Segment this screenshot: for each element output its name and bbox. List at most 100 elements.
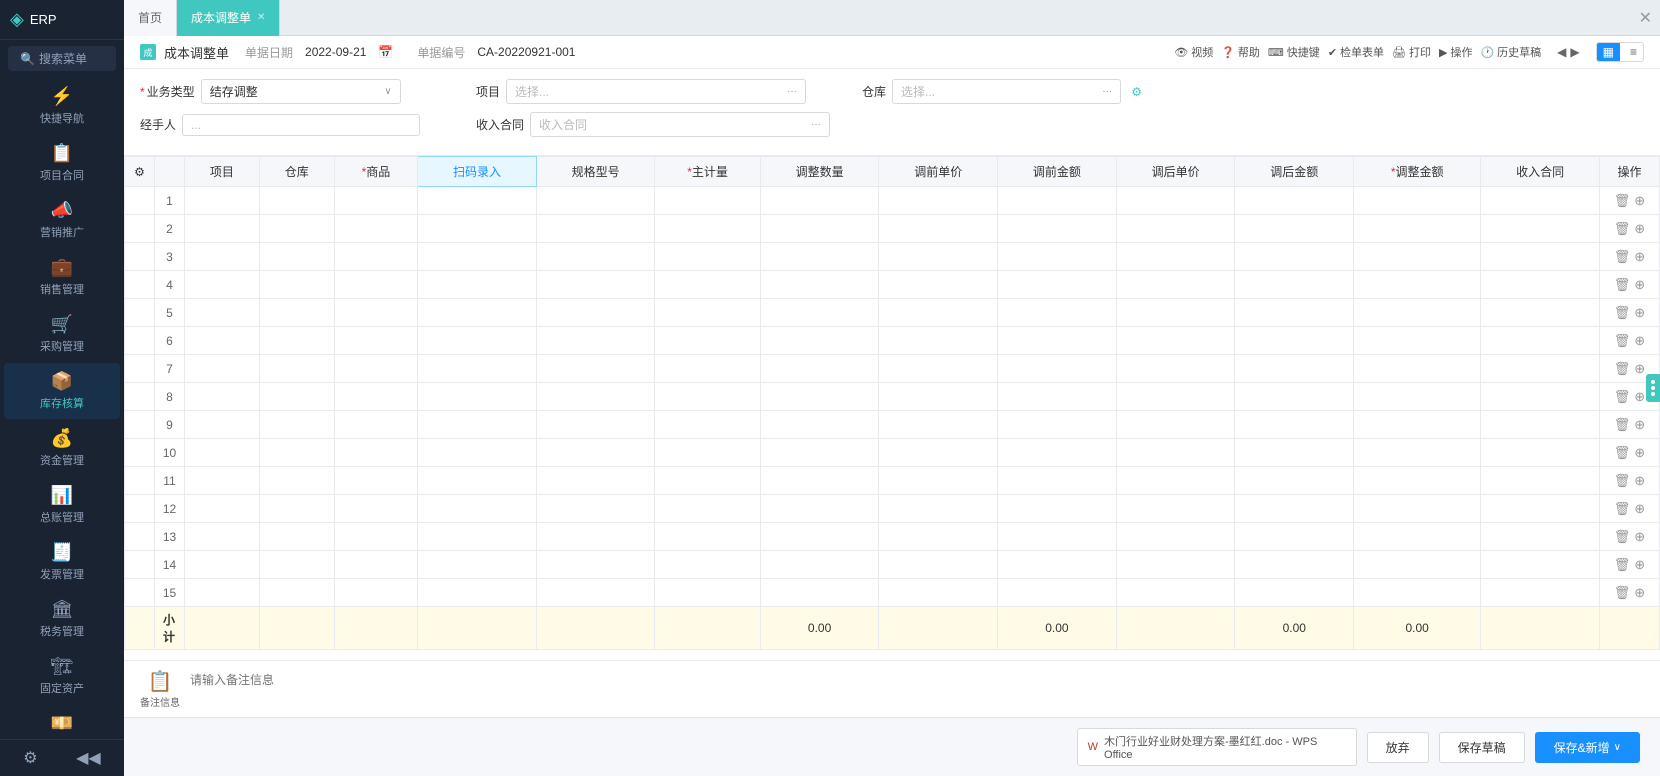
row-after-amount[interactable] — [1235, 467, 1354, 495]
row-delete-icon[interactable]: 🗑 — [1614, 389, 1631, 405]
view-list-icon[interactable]: ≡ — [1624, 43, 1643, 61]
toolbar-operate[interactable]: ▶ 操作 — [1439, 44, 1472, 60]
row-after-price[interactable] — [1116, 579, 1235, 607]
row-delete-icon[interactable]: 🗑 — [1614, 249, 1631, 265]
warehouse-input[interactable]: 选择... ··· — [892, 79, 1121, 104]
row-income-contract[interactable] — [1481, 187, 1600, 215]
row-income-contract[interactable] — [1481, 467, 1600, 495]
tab-close-icon[interactable]: ✕ — [257, 12, 265, 23]
row-copy-icon[interactable]: ⊕ — [1634, 389, 1645, 405]
row-warehouse[interactable] — [259, 271, 334, 299]
row-delete-icon[interactable]: 🗑 — [1614, 277, 1631, 293]
row-warehouse[interactable] — [259, 523, 334, 551]
row-product[interactable] — [334, 467, 417, 495]
toolbar-help[interactable]: ❓ 帮助 — [1221, 44, 1260, 60]
row-after-price[interactable] — [1116, 243, 1235, 271]
row-adjust-amount[interactable] — [1354, 327, 1481, 355]
row-product[interactable] — [334, 215, 417, 243]
row-warehouse[interactable] — [259, 411, 334, 439]
row-income-contract[interactable] — [1481, 243, 1600, 271]
row-warehouse[interactable] — [259, 383, 334, 411]
row-adjust-qty[interactable] — [760, 411, 879, 439]
row-adjust-qty[interactable] — [760, 439, 879, 467]
sidebar-item-caigou[interactable]: 🛒 采购管理 — [4, 306, 120, 362]
row-product[interactable] — [334, 495, 417, 523]
row-income-contract[interactable] — [1481, 355, 1600, 383]
row-product[interactable] — [334, 439, 417, 467]
row-product[interactable] — [334, 551, 417, 579]
row-adjust-qty[interactable] — [760, 327, 879, 355]
row-project[interactable] — [185, 439, 260, 467]
save-draft-button[interactable]: 保存草稿 — [1439, 732, 1525, 763]
row-scan[interactable] — [418, 383, 537, 411]
row-before-price[interactable] — [879, 495, 998, 523]
row-delete-icon[interactable]: 🗑 — [1614, 501, 1631, 517]
row-adjust-qty[interactable] — [760, 551, 879, 579]
row-delete-icon[interactable]: 🗑 — [1614, 417, 1631, 433]
row-before-amount[interactable] — [998, 411, 1117, 439]
row-spec[interactable] — [536, 467, 655, 495]
project-input[interactable]: 选择... ··· — [506, 79, 806, 104]
row-before-amount[interactable] — [998, 467, 1117, 495]
sidebar-item-zhangmu[interactable]: 📊 总账管理 — [4, 477, 120, 533]
row-income-contract[interactable] — [1481, 579, 1600, 607]
row-copy-icon[interactable]: ⊕ — [1634, 529, 1645, 545]
row-adjust-amount[interactable] — [1354, 383, 1481, 411]
row-before-price[interactable] — [879, 579, 998, 607]
row-adjust-qty[interactable] — [760, 215, 879, 243]
row-scan[interactable] — [418, 523, 537, 551]
row-copy-icon[interactable]: ⊕ — [1634, 557, 1645, 573]
sidebar-search[interactable]: 🔍 搜索菜单 — [8, 46, 116, 71]
row-before-amount[interactable] — [998, 579, 1117, 607]
row-scan[interactable] — [418, 243, 537, 271]
row-after-price[interactable] — [1116, 495, 1235, 523]
row-adjust-qty[interactable] — [760, 467, 879, 495]
row-after-price[interactable] — [1116, 523, 1235, 551]
row-before-price[interactable] — [879, 271, 998, 299]
row-copy-icon[interactable]: ⊕ — [1634, 473, 1645, 489]
row-unit[interactable] — [655, 215, 760, 243]
row-spec[interactable] — [536, 215, 655, 243]
row-income-contract[interactable] — [1481, 383, 1600, 411]
row-unit[interactable] — [655, 299, 760, 327]
sidebar-item-gongzi[interactable]: 💴 工资 — [4, 705, 120, 739]
row-project[interactable] — [185, 243, 260, 271]
row-unit[interactable] — [655, 355, 760, 383]
row-product[interactable] — [334, 243, 417, 271]
row-scan[interactable] — [418, 327, 537, 355]
row-income-contract[interactable] — [1481, 495, 1600, 523]
row-adjust-qty[interactable] — [760, 355, 879, 383]
row-income-contract[interactable] — [1481, 327, 1600, 355]
row-before-amount[interactable] — [998, 439, 1117, 467]
row-adjust-amount[interactable] — [1354, 355, 1481, 383]
row-warehouse[interactable] — [259, 579, 334, 607]
row-after-amount[interactable] — [1235, 439, 1354, 467]
row-unit[interactable] — [655, 327, 760, 355]
row-spec[interactable] — [536, 579, 655, 607]
row-copy-icon[interactable]: ⊕ — [1634, 501, 1645, 517]
toolbar-view[interactable]: 👁 视频 — [1174, 44, 1213, 60]
income-contract-input[interactable]: 收入合同 ··· — [530, 112, 830, 137]
row-product[interactable] — [334, 383, 417, 411]
row-income-contract[interactable] — [1481, 411, 1600, 439]
row-unit[interactable] — [655, 383, 760, 411]
row-after-amount[interactable] — [1235, 355, 1354, 383]
row-product[interactable] — [334, 299, 417, 327]
tab-cost-adjust[interactable]: 成本调整单 ✕ — [177, 0, 280, 36]
sidebar-item-gudingzichan[interactable]: 🏗 固定资产 — [4, 648, 120, 704]
row-project[interactable] — [185, 411, 260, 439]
row-before-amount[interactable] — [998, 383, 1117, 411]
row-after-price[interactable] — [1116, 299, 1235, 327]
toolbar-shortcut[interactable]: ⌨ 快捷键 — [1268, 44, 1320, 60]
row-after-price[interactable] — [1116, 411, 1235, 439]
row-copy-icon[interactable]: ⊕ — [1634, 249, 1645, 265]
row-warehouse[interactable] — [259, 243, 334, 271]
row-copy-icon[interactable]: ⊕ — [1634, 417, 1645, 433]
row-after-amount[interactable] — [1235, 215, 1354, 243]
row-spec[interactable] — [536, 327, 655, 355]
row-before-amount[interactable] — [998, 495, 1117, 523]
row-project[interactable] — [185, 299, 260, 327]
row-project[interactable] — [185, 355, 260, 383]
row-adjust-qty[interactable] — [760, 495, 879, 523]
row-adjust-qty[interactable] — [760, 523, 879, 551]
